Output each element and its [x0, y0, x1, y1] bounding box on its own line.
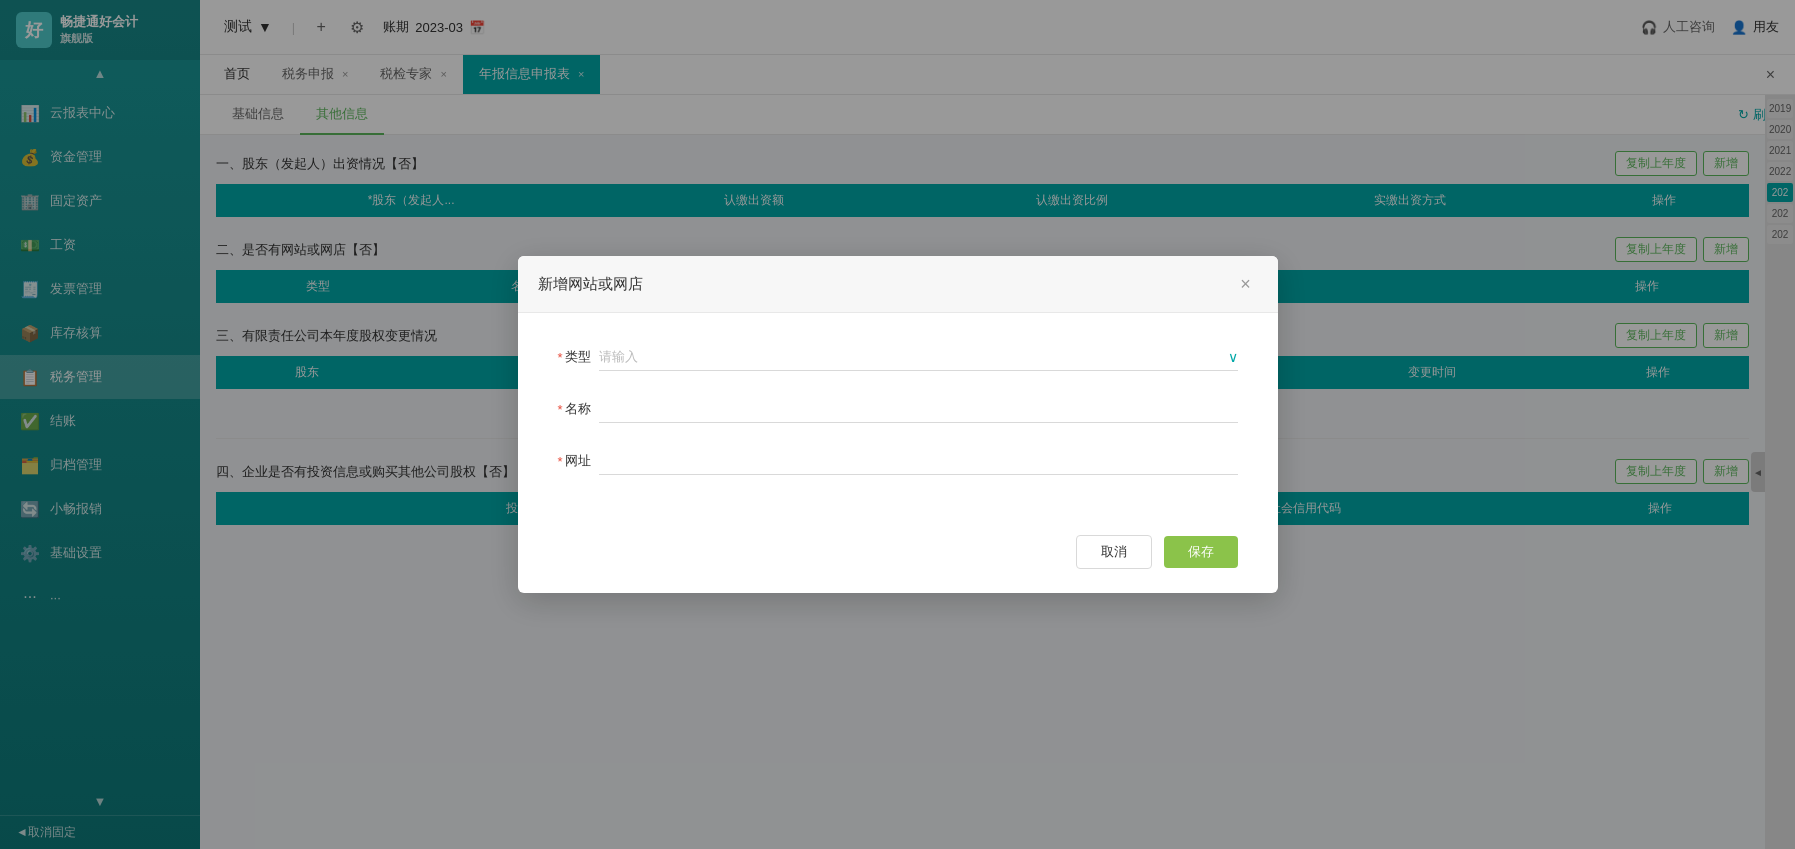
form-group-name: * 名称: [558, 395, 1238, 423]
cancel-btn[interactable]: 取消: [1076, 535, 1152, 569]
type-label: 类型: [565, 348, 591, 366]
url-input[interactable]: [599, 447, 1238, 475]
name-input[interactable]: [599, 395, 1238, 423]
url-field-wrapper: * 网址: [558, 447, 1238, 475]
save-btn[interactable]: 保存: [1164, 536, 1238, 568]
name-field-wrapper: * 名称: [558, 395, 1238, 423]
url-label: 网址: [565, 452, 591, 470]
modal-title: 新增网站或网店: [538, 275, 643, 294]
modal-close-btn[interactable]: ×: [1234, 272, 1258, 296]
modal-body: * 类型 ∨ * 名称 * 网址: [518, 313, 1278, 519]
name-required-mark: *: [558, 402, 563, 417]
type-select-wrapper: * 类型 ∨: [558, 343, 1238, 371]
modal-header: 新增网站或网店 ×: [518, 256, 1278, 313]
type-input[interactable]: [599, 343, 1238, 371]
modal-footer: 取消 保存: [518, 519, 1278, 593]
form-group-type: * 类型 ∨: [558, 343, 1238, 371]
type-required-mark: *: [558, 350, 563, 365]
add-website-modal: 新增网站或网店 × * 类型 ∨ * 名称: [518, 256, 1278, 593]
form-group-url: * 网址: [558, 447, 1238, 475]
url-required-mark: *: [558, 454, 563, 469]
modal-overlay: 新增网站或网店 × * 类型 ∨ * 名称: [0, 0, 1795, 849]
name-label: 名称: [565, 400, 591, 418]
